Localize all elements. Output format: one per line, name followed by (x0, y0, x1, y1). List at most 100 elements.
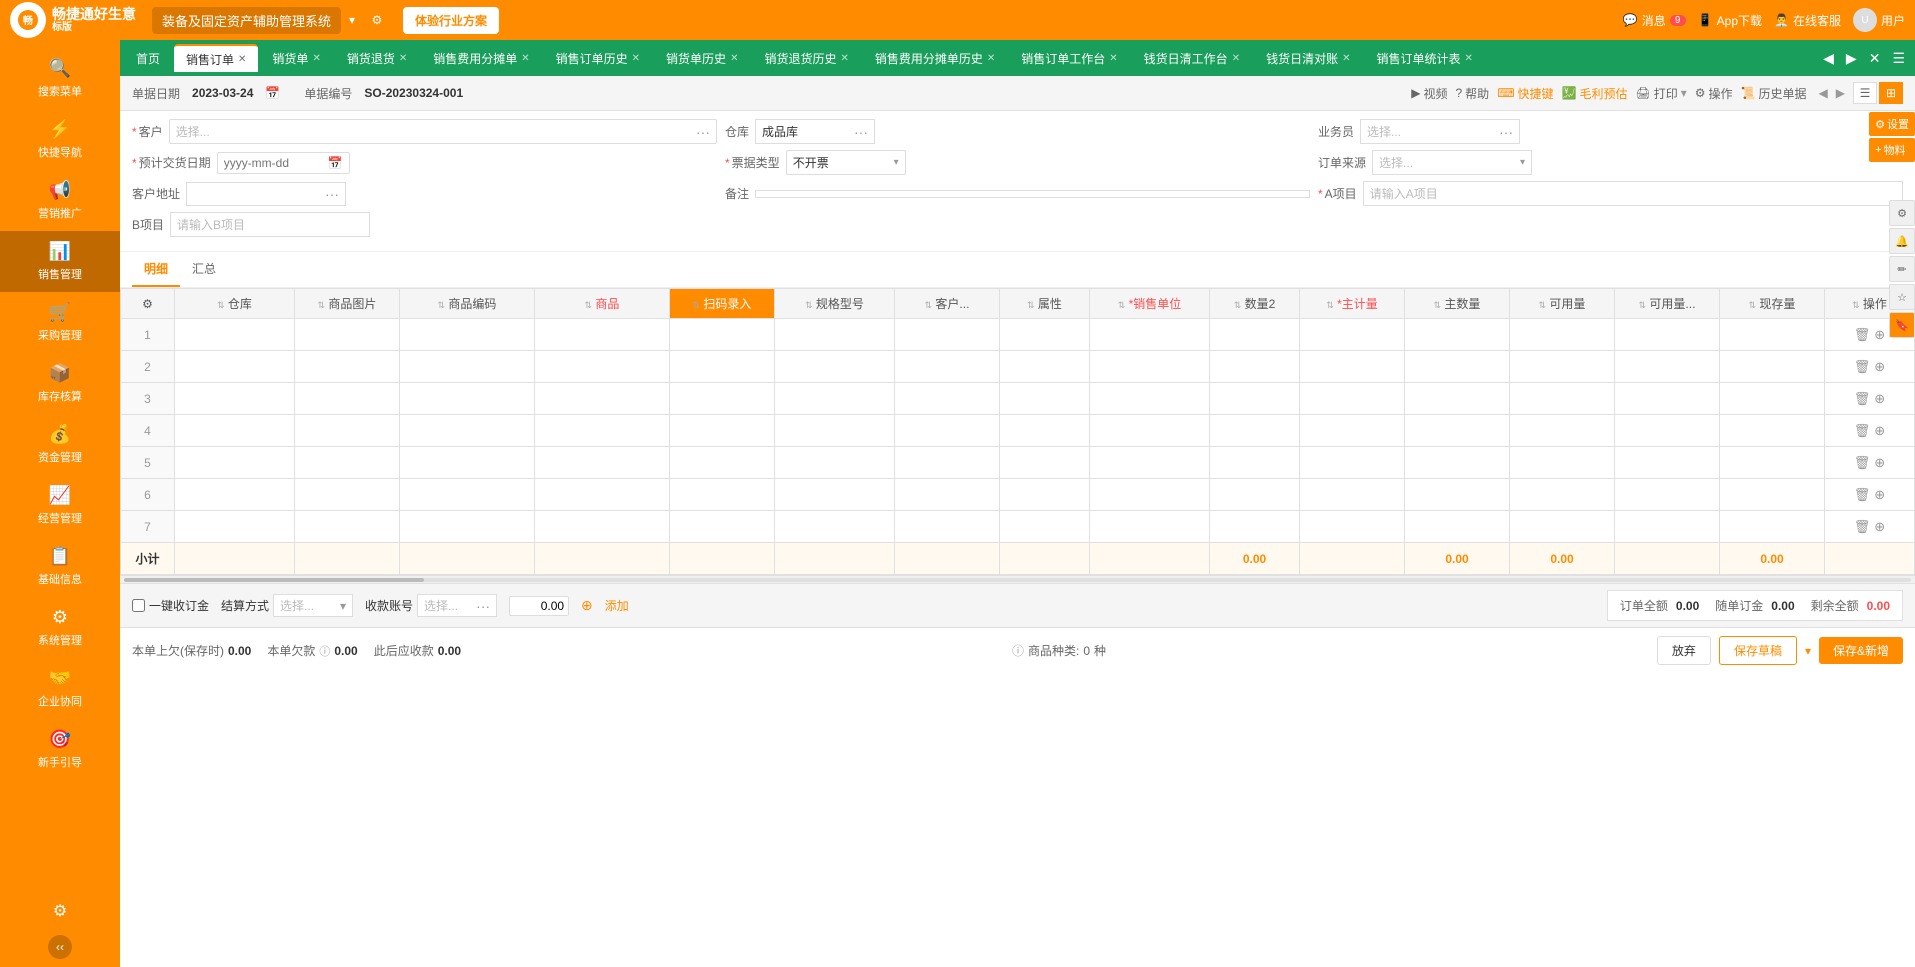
list-view-btn[interactable]: ☰ (1853, 82, 1877, 104)
tab-close-10[interactable]: ✕ (1232, 53, 1240, 64)
cell-7-available2[interactable] (1615, 511, 1720, 543)
delete-icon-7[interactable]: 🗑 (1854, 519, 1871, 535)
cell-2-customer_code[interactable] (895, 351, 1000, 383)
tab-close-3[interactable]: ✕ (399, 53, 407, 64)
copy-icon-7[interactable]: ⊕ (1874, 519, 1885, 535)
help-action[interactable]: ?帮助 (1455, 85, 1489, 102)
right-float-bookmark[interactable]: 🔖 (1889, 312, 1915, 338)
copy-icon-6[interactable]: ⊕ (1874, 487, 1885, 503)
cell-5-product[interactable] (535, 447, 670, 479)
sidebar-item-6[interactable]: 💰资金管理 (0, 414, 120, 475)
tab-1[interactable]: 销售订单✕ (174, 44, 258, 72)
cell-1-attr[interactable] (1000, 319, 1090, 351)
cell-4-available[interactable] (1510, 415, 1615, 447)
cell-1-main_qty[interactable] (1405, 319, 1510, 351)
cell-2-scan[interactable] (670, 351, 775, 383)
cell-1-scan[interactable] (670, 319, 775, 351)
cell-5-attr[interactable] (1000, 447, 1090, 479)
history-action[interactable]: 📜历史单据 (1741, 85, 1807, 102)
product-info-icon[interactable]: ⓘ (1012, 642, 1024, 659)
cell-7-attr[interactable] (1000, 511, 1090, 543)
cell-7-available[interactable] (1510, 511, 1615, 543)
th-settings[interactable]: ⚙ (121, 289, 175, 319)
sidebar-item-2[interactable]: 📢营销推广 (0, 170, 120, 231)
cell-3-warehouse[interactable] (175, 383, 295, 415)
delivery-date-input[interactable]: 📅 (217, 152, 350, 174)
amount-input[interactable] (509, 596, 569, 616)
tab-2[interactable]: 销货单✕ (260, 44, 332, 72)
cell-7-qty2[interactable] (1210, 511, 1300, 543)
staff-input[interactable]: 选择... ··· (1360, 119, 1520, 144)
scrollbar-thumb[interactable] (124, 578, 424, 582)
tab-10[interactable]: 钱货日清工作台✕ (1132, 44, 1252, 72)
cell-5-scan[interactable] (670, 447, 775, 479)
tab-3[interactable]: 销货退货✕ (335, 44, 419, 72)
save-new-btn[interactable]: 保存&新增 (1819, 637, 1903, 664)
cell-2-main_unit[interactable] (1300, 351, 1405, 383)
delete-icon-1[interactable]: 🗑 (1854, 327, 1871, 343)
cell-5-image[interactable] (295, 447, 400, 479)
cell-4-scan[interactable] (670, 415, 775, 447)
cell-3-scan[interactable] (670, 383, 775, 415)
cell-1-current[interactable] (1720, 319, 1825, 351)
cell-1-warehouse[interactable] (175, 319, 295, 351)
cell-7-unit[interactable] (1090, 511, 1210, 543)
tab-4[interactable]: 销售费用分摊单✕ (421, 44, 541, 72)
system-title-dropdown[interactable]: ▾ (349, 13, 355, 27)
cell-6-customer_code[interactable] (895, 479, 1000, 511)
sidebar-item-11[interactable]: 🎯新手引导 (0, 719, 120, 780)
table-settings-icon[interactable]: ⚙ (142, 297, 153, 311)
print-action[interactable]: 🖨打印 ▾ (1636, 85, 1687, 102)
cell-6-main_qty[interactable] (1405, 479, 1510, 511)
right-float-bell[interactable]: 🔔 (1889, 228, 1915, 254)
operate-action[interactable]: ⚙操作 (1695, 85, 1733, 102)
copy-icon-3[interactable]: ⊕ (1874, 391, 1885, 407)
tab-11[interactable]: 钱货日清对账✕ (1254, 44, 1362, 72)
tab-close-2[interactable]: ✕ (312, 53, 320, 64)
cell-5-warehouse[interactable] (175, 447, 295, 479)
b-project-input[interactable]: 请输入B项目 (170, 212, 370, 237)
cell-7-scan[interactable] (670, 511, 775, 543)
user-btn[interactable]: U 用户 (1853, 8, 1905, 32)
tab-menu-btn[interactable]: ☰ (1886, 50, 1911, 67)
cell-6-qty2[interactable] (1210, 479, 1300, 511)
delete-icon-2[interactable]: 🗑 (1854, 359, 1871, 375)
delete-icon-6[interactable]: 🗑 (1854, 487, 1871, 503)
tab-9[interactable]: 销售订单工作台✕ (1009, 44, 1129, 72)
shortcut-action[interactable]: ⌨快捷键 (1497, 85, 1553, 102)
cell-4-customer_code[interactable] (895, 415, 1000, 447)
cell-1-unit[interactable] (1090, 319, 1210, 351)
sidebar-collapse-btn[interactable]: ‹‹ (48, 935, 72, 959)
cell-4-spec[interactable] (775, 415, 895, 447)
cell-2-attr[interactable] (1000, 351, 1090, 383)
settlement-method-select[interactable]: 选择... ▾ (273, 594, 353, 617)
cell-1-code[interactable] (400, 319, 535, 351)
cell-7-product[interactable] (535, 511, 670, 543)
cell-5-unit[interactable] (1090, 447, 1210, 479)
right-float-star[interactable]: ☆ (1889, 284, 1915, 310)
table-tab-0[interactable]: 明细 (132, 252, 180, 287)
sidebar-item-7[interactable]: 📈经营管理 (0, 475, 120, 536)
cell-1-available2[interactable] (1615, 319, 1720, 351)
cell-5-main_qty[interactable] (1405, 447, 1510, 479)
cell-4-unit[interactable] (1090, 415, 1210, 447)
sidebar-item-9[interactable]: ⚙系统管理 (0, 597, 120, 658)
delivery-date-text-input[interactable] (224, 156, 324, 170)
cell-3-current[interactable] (1720, 383, 1825, 415)
cell-2-available2[interactable] (1615, 351, 1720, 383)
grid-view-btn[interactable]: ⊞ (1879, 82, 1903, 104)
cell-3-customer_code[interactable] (895, 383, 1000, 415)
order-source-select[interactable]: 选择... ▾ (1372, 150, 1532, 175)
cell-6-current[interactable] (1720, 479, 1825, 511)
tab-close-8[interactable]: ✕ (987, 53, 995, 64)
cell-6-available2[interactable] (1615, 479, 1720, 511)
cell-5-current[interactable] (1720, 447, 1825, 479)
tab-close-all-btn[interactable]: ✕ (1863, 50, 1887, 67)
invoice-type-select[interactable]: 不开票 ▾ (786, 150, 906, 175)
online-service-btn[interactable]: 👨‍💼 在线客服 (1774, 12, 1841, 29)
cell-1-spec[interactable] (775, 319, 895, 351)
view-action[interactable]: ▶视频 (1411, 85, 1447, 102)
cell-2-warehouse[interactable] (175, 351, 295, 383)
cell-4-attr[interactable] (1000, 415, 1090, 447)
cell-7-main_qty[interactable] (1405, 511, 1510, 543)
